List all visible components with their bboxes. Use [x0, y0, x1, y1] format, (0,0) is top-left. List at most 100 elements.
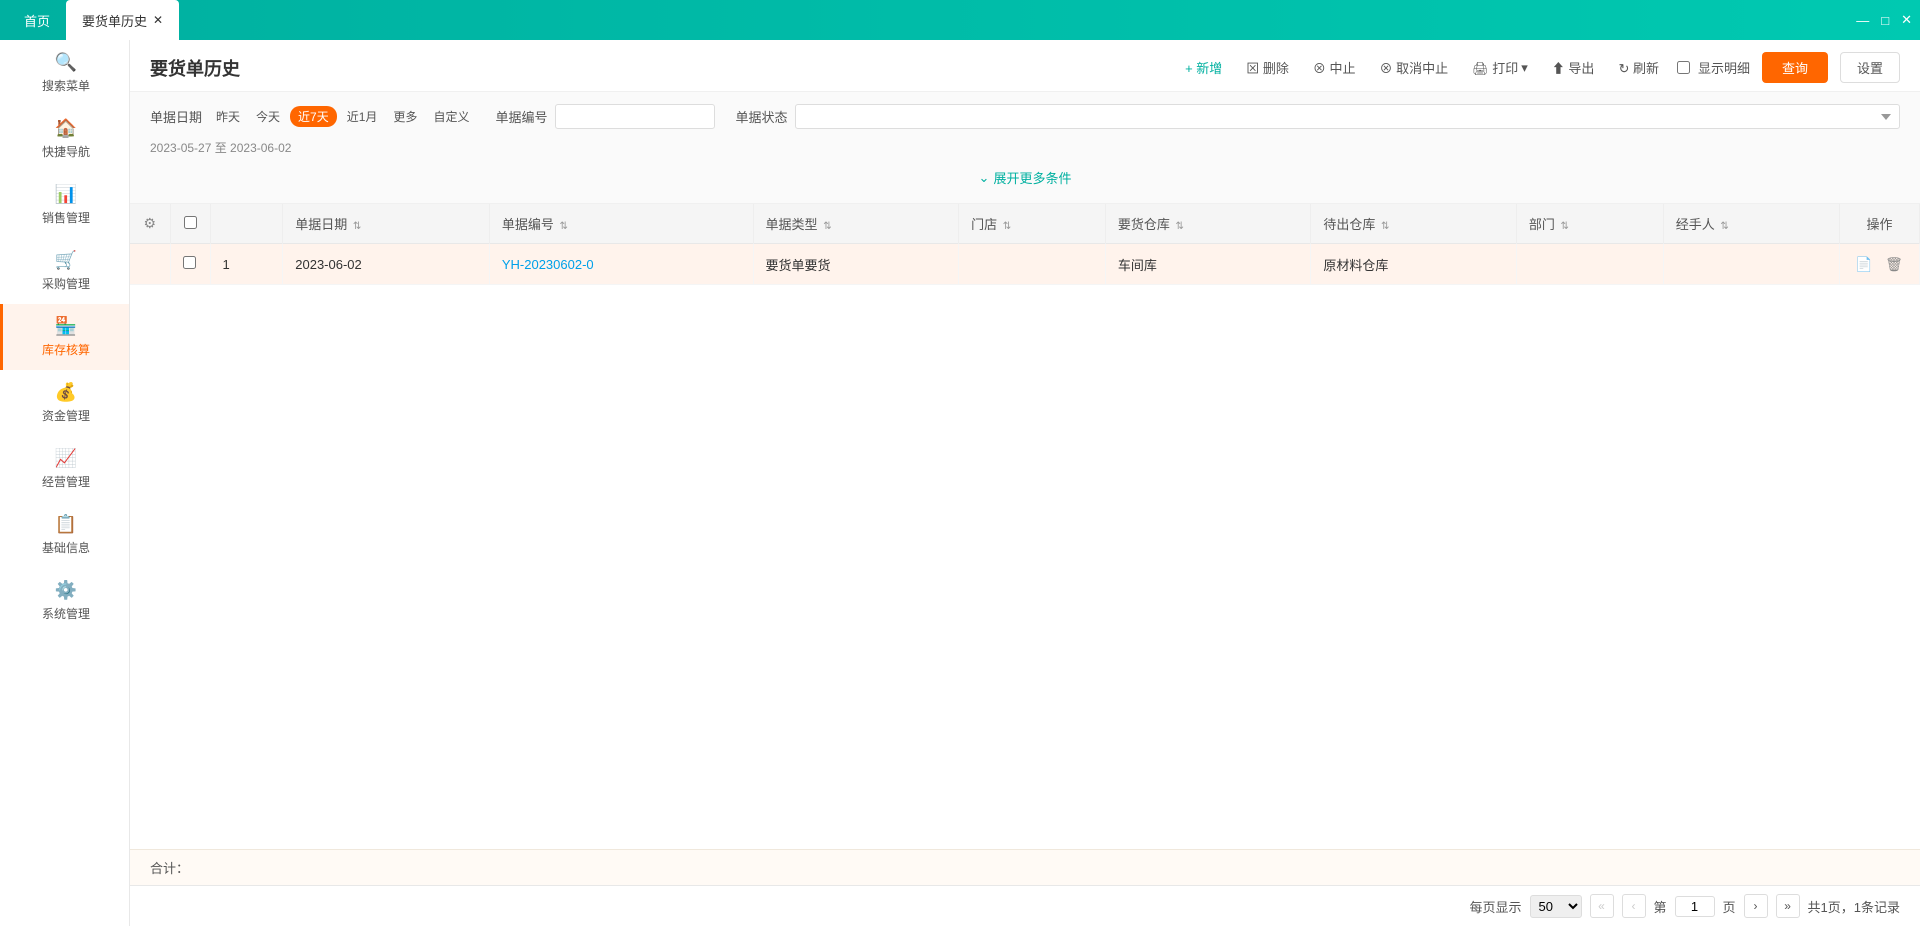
th-req-warehouse-label: 要货仓库: [1118, 217, 1170, 232]
sidebar-item-operations[interactable]: 📈 经营管理: [0, 436, 129, 502]
shortcut-1month[interactable]: 近1月: [341, 106, 384, 127]
th-doc-no-label: 单据编号: [502, 217, 554, 232]
sidebar: 🔍 搜索菜单 🏠 快捷导航 📊 销售管理 🛒 采购管理 🏪 库存核算 💰 资金管…: [0, 40, 130, 926]
print-button[interactable]: 🖨 打印 ▾: [1466, 54, 1534, 81]
minimize-btn[interactable]: —: [1856, 13, 1869, 28]
th-handler-label: 经手人: [1676, 217, 1715, 232]
close-btn[interactable]: ✕: [1901, 12, 1912, 28]
print-dropdown-icon[interactable]: ▾: [1521, 60, 1528, 76]
wait-warehouse-sort-icon[interactable]: ⇅: [1381, 221, 1389, 232]
th-checkbox: [170, 204, 210, 244]
refresh-button[interactable]: ↻ 刷新: [1612, 54, 1665, 81]
th-department-label: 部门: [1529, 217, 1555, 232]
doc-no-sort-icon[interactable]: ⇅: [559, 221, 567, 232]
row-store: [959, 244, 1106, 285]
row-index: 1: [210, 244, 283, 285]
store-sort-icon[interactable]: ⇅: [1003, 221, 1011, 232]
cancel-stop-button[interactable]: ⊗ 取消中止: [1374, 54, 1455, 81]
th-index: [210, 204, 283, 244]
expand-filter-btn[interactable]: ⌄ 展开更多条件: [150, 164, 1900, 191]
doc-no-input[interactable]: [555, 104, 715, 129]
total-info: 共1页，1条记录: [1808, 897, 1900, 916]
th-store-label: 门店: [971, 217, 997, 232]
last-page-btn[interactable]: »: [1776, 894, 1800, 918]
row-date: 2023-06-02: [283, 244, 490, 285]
row-checkbox: [170, 244, 210, 285]
search-icon: 🔍: [55, 52, 77, 73]
sidebar-finance-label: 资金管理: [42, 407, 90, 424]
delete-button[interactable]: ⊠ 删除: [1240, 54, 1295, 81]
shortcut-more[interactable]: 更多: [387, 106, 423, 127]
basic-info-icon: 📋: [55, 514, 77, 535]
th-doc-no: 单据编号 ⇅: [489, 204, 753, 244]
shortcut-7days[interactable]: 近7天: [290, 106, 337, 127]
doc-type-sort-icon[interactable]: ⇅: [823, 221, 831, 232]
filter-row-1: 单据日期 昨天 今天 近7天 近1月 更多 自定义 单据编号 单据状态: [150, 104, 1900, 129]
sidebar-nav-label: 快捷导航: [42, 143, 90, 160]
filter-row-date-range: 2023-05-27 至 2023-06-02: [150, 137, 1900, 156]
sidebar-system-label: 系统管理: [42, 605, 90, 622]
sidebar-search-label: 搜索菜单: [42, 77, 90, 94]
table-header-row: ⚙ 单据日期 ⇅ 单据编号 ⇅: [130, 204, 1920, 244]
query-button[interactable]: 查询: [1762, 52, 1828, 83]
row-delete-btn[interactable]: 🗑: [1882, 252, 1906, 276]
per-page-select[interactable]: 20 50 100: [1530, 895, 1582, 918]
maximize-btn[interactable]: □: [1881, 13, 1889, 28]
shortcut-custom[interactable]: 自定义: [427, 106, 475, 127]
req-warehouse-sort-icon[interactable]: ⇅: [1176, 221, 1184, 232]
shortcut-yesterday[interactable]: 昨天: [210, 106, 246, 127]
first-page-btn[interactable]: «: [1590, 894, 1614, 918]
row-settings: [130, 244, 170, 285]
tab-history[interactable]: 要货单历史 ✕: [66, 0, 179, 40]
handler-sort-icon[interactable]: ⇅: [1720, 221, 1728, 232]
th-wait-warehouse-label: 待出仓库: [1323, 217, 1375, 232]
row-edit-btn[interactable]: 📄: [1852, 252, 1876, 276]
th-req-warehouse: 要货仓库 ⇅: [1105, 204, 1311, 244]
tab-bar: 首页 要货单历史 ✕: [8, 0, 1856, 40]
column-settings-icon[interactable]: ⚙: [143, 215, 156, 231]
row-doc-no-link[interactable]: YH-20230602-0: [502, 257, 594, 272]
sidebar-item-search[interactable]: 🔍 搜索菜单: [0, 40, 129, 106]
th-settings: ⚙: [130, 204, 170, 244]
th-wait-warehouse: 待出仓库 ⇅: [1311, 204, 1517, 244]
tab-history-close[interactable]: ✕: [153, 13, 163, 27]
sidebar-item-nav[interactable]: 🏠 快捷导航: [0, 106, 129, 172]
export-button[interactable]: ⬆ 导出: [1546, 54, 1601, 81]
table-container: ⚙ 单据日期 ⇅ 单据编号 ⇅: [130, 204, 1920, 849]
page-input[interactable]: [1675, 896, 1715, 917]
finance-icon: 💰: [55, 382, 77, 403]
sidebar-item-purchase[interactable]: 🛒 采购管理: [0, 238, 129, 304]
settings-button[interactable]: 设置: [1840, 52, 1900, 83]
page-label: 第: [1654, 897, 1667, 916]
sidebar-item-system[interactable]: ⚙️ 系统管理: [0, 568, 129, 634]
display-detail-toggle[interactable]: 显示明细: [1677, 58, 1750, 77]
sidebar-item-inventory[interactable]: 🏪 库存核算: [0, 304, 129, 370]
prev-page-btn[interactable]: ‹: [1622, 894, 1646, 918]
status-select[interactable]: [795, 104, 1900, 129]
dept-sort-icon[interactable]: ⇅: [1561, 221, 1569, 232]
sidebar-purchase-label: 采购管理: [42, 275, 90, 292]
row-doc-no: YH-20230602-0: [489, 244, 753, 285]
row-select-checkbox[interactable]: [183, 256, 196, 269]
row-doc-type: 要货单要货: [753, 244, 959, 285]
new-button[interactable]: + 新增: [1179, 54, 1228, 81]
th-date-label: 单据日期: [295, 217, 347, 232]
row-req-warehouse: 车间库: [1105, 244, 1311, 285]
th-doc-type: 单据类型 ⇅: [753, 204, 959, 244]
date-sort-icon[interactable]: ⇅: [353, 221, 361, 232]
sidebar-item-basic-info[interactable]: 📋 基础信息: [0, 502, 129, 568]
select-all-checkbox[interactable]: [184, 216, 197, 229]
tab-home[interactable]: 首页: [8, 0, 66, 40]
page-unit-label: 页: [1723, 897, 1736, 916]
display-detail-checkbox[interactable]: [1677, 61, 1690, 74]
page-header: 要货单历史 + 新增 ⊠ 删除 ⊗ 中止 ⊗ 取消中止 🖨 打印 ▾ ⬆ 导出 …: [130, 40, 1920, 92]
table-footer: 合计：: [130, 849, 1920, 885]
shortcut-today[interactable]: 今天: [250, 106, 286, 127]
expand-filter-label: 展开更多条件: [993, 168, 1071, 187]
sidebar-item-sales[interactable]: 📊 销售管理: [0, 172, 129, 238]
date-filter-group: 单据日期 昨天 今天 近7天 近1月 更多 自定义: [150, 106, 475, 127]
sidebar-item-finance[interactable]: 💰 资金管理: [0, 370, 129, 436]
next-page-btn[interactable]: ›: [1744, 894, 1768, 918]
sales-icon: 📊: [55, 184, 77, 205]
stop-button[interactable]: ⊗ 中止: [1307, 54, 1362, 81]
